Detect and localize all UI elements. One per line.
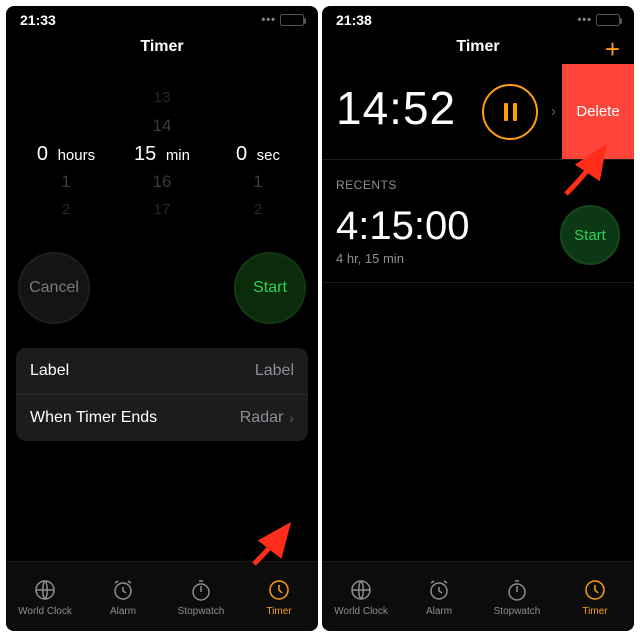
screenshot-left: 21:33 ••• Timer 0 hours 1 2 3 12 1 [6, 6, 318, 631]
signal-icon: ••• [577, 14, 592, 26]
running-time: 14:52 [336, 81, 456, 135]
globe-icon [32, 577, 58, 603]
timer-icon [582, 577, 608, 603]
battery-icon [596, 14, 620, 26]
status-time: 21:38 [336, 12, 372, 28]
start-button[interactable]: Start [560, 205, 620, 265]
page-title: Timer [6, 30, 318, 64]
time-picker[interactable]: 0 hours 1 2 3 12 13 14 15 min 16 17 18 [6, 64, 318, 234]
picker-minutes[interactable]: 12 13 14 15 min 16 17 18 [114, 84, 210, 224]
alarm-icon [426, 577, 452, 603]
picker-hours[interactable]: 0 hours 1 2 3 [18, 84, 114, 224]
tab-timer[interactable]: Timer [240, 562, 318, 631]
recents-heading: RECENTS [322, 160, 634, 198]
running-timer-row[interactable]: 14:52 › Delete [322, 64, 634, 160]
tab-timer[interactable]: Timer [556, 562, 634, 631]
pause-button[interactable] [482, 84, 538, 140]
recent-time: 4:15:00 [336, 204, 469, 249]
when-timer-ends-row[interactable]: When Timer Ends Radar › [16, 394, 308, 441]
screenshot-right: 21:38 ••• Timer + 14:52 › Delete RECENTS… [322, 6, 634, 631]
stopwatch-icon [188, 577, 214, 603]
recent-timer-row[interactable]: 4:15:00 4 hr, 15 min Start [322, 198, 634, 283]
tab-world-clock[interactable]: World Clock [6, 562, 84, 631]
delete-button[interactable]: Delete [562, 64, 634, 159]
picker-seconds[interactable]: 0 sec 1 2 3 [210, 84, 306, 224]
tab-bar: World Clock Alarm Stopwatch Timer [322, 561, 634, 631]
signal-icon: ••• [261, 14, 276, 26]
add-timer-button[interactable]: + [605, 36, 620, 62]
tab-stopwatch[interactable]: Stopwatch [478, 562, 556, 631]
cancel-button[interactable]: Cancel [18, 252, 90, 324]
chevron-right-icon: › [551, 103, 556, 121]
setting-label: Label [30, 362, 69, 380]
timer-icon [266, 577, 292, 603]
alarm-icon [110, 577, 136, 603]
chevron-right-icon: › [289, 410, 294, 426]
status-bar: 21:38 ••• [322, 6, 634, 30]
battery-icon [280, 14, 304, 26]
status-bar: 21:33 ••• [6, 6, 318, 30]
tab-bar: World Clock Alarm Stopwatch Timer [6, 561, 318, 631]
pause-icon [504, 103, 517, 121]
timer-settings-list: Label Label When Timer Ends Radar › [16, 348, 308, 441]
tab-stopwatch[interactable]: Stopwatch [162, 562, 240, 631]
tab-world-clock[interactable]: World Clock [322, 562, 400, 631]
tab-alarm[interactable]: Alarm [400, 562, 478, 631]
setting-label: When Timer Ends [30, 409, 157, 427]
recent-desc: 4 hr, 15 min [336, 251, 469, 266]
label-row[interactable]: Label Label [16, 348, 308, 394]
tab-alarm[interactable]: Alarm [84, 562, 162, 631]
globe-icon [348, 577, 374, 603]
start-button[interactable]: Start [234, 252, 306, 324]
stopwatch-icon [504, 577, 530, 603]
page-title: Timer + [322, 30, 634, 64]
status-time: 21:33 [20, 12, 56, 28]
